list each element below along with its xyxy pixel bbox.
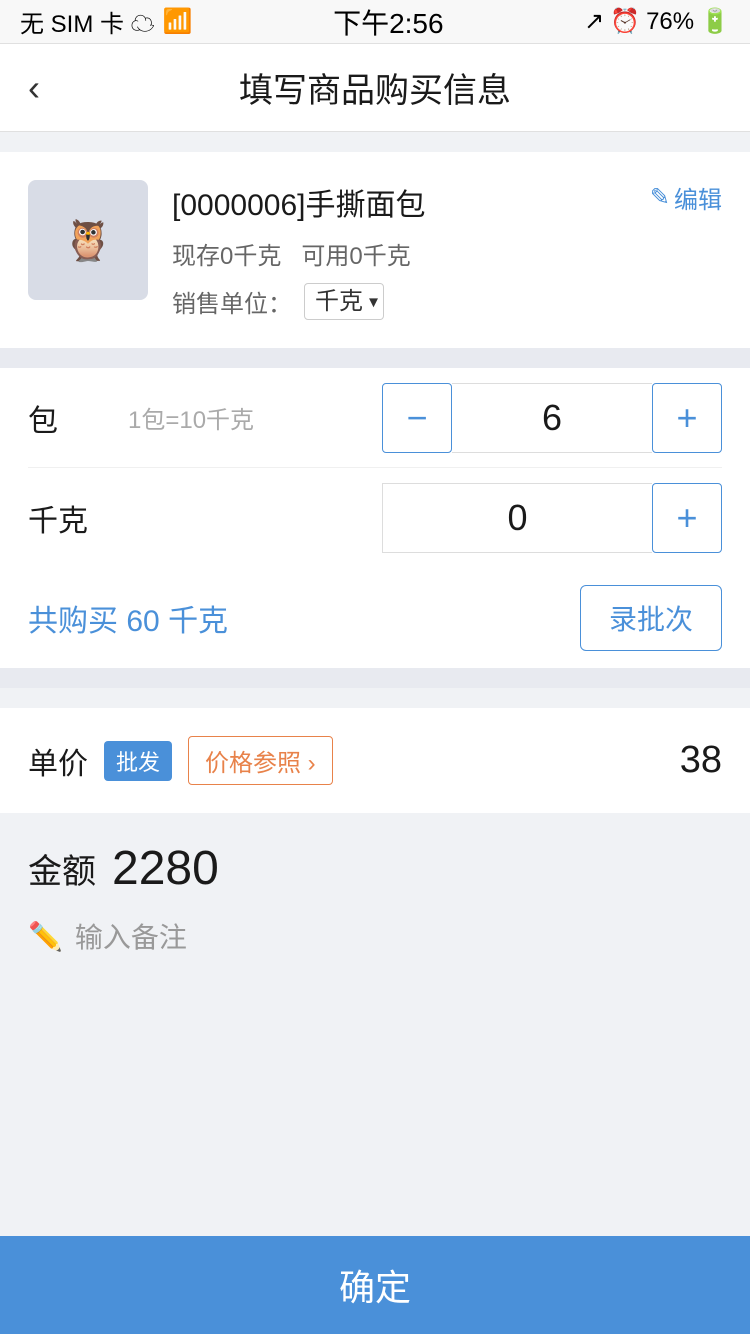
bao-label: 包 (28, 396, 108, 440)
product-card: 🦉 [0000006]手撕面包 现存0千克 可用0千克 销售单位： 千克 ✎ 编… (0, 152, 750, 348)
product-info: [0000006]手撕面包 现存0千克 可用0千克 销售单位： 千克 (172, 180, 722, 320)
bao-minus-button[interactable]: − (382, 383, 452, 453)
back-button[interactable]: ‹ (28, 67, 40, 109)
product-name: [0000006]手撕面包 (172, 180, 722, 224)
nav-bar: ‹ 填写商品购买信息 (0, 44, 750, 132)
pencil-icon: ✏️ (28, 920, 63, 953)
bao-row: 包 1包=10千克 − + (28, 368, 722, 468)
alarm-icon: ⏰ (610, 7, 640, 36)
amount-row: 金额 2280 (28, 841, 722, 896)
price-tag: 批发 (104, 741, 172, 781)
product-stock: 现存0千克 可用0千克 (172, 236, 722, 271)
bottom-spacer (0, 984, 750, 1082)
product-thumbnail: 🦉 (28, 180, 148, 300)
unit-label: 销售单位： (172, 284, 292, 319)
remark-row[interactable]: ✏️ 输入备注 (28, 916, 722, 956)
status-left: 无 SIM 卡 ☁ 📶 (20, 4, 193, 39)
price-ref-button[interactable]: 价格参照 › (188, 736, 333, 785)
kg-row: 千克 + (28, 468, 722, 568)
batch-button[interactable]: 录批次 (580, 585, 722, 651)
location-icon: ↗ (584, 7, 604, 36)
product-unit-row: 销售单位： 千克 (172, 283, 722, 320)
unit-select[interactable]: 千克 (304, 283, 384, 320)
amount-section: 金额 2280 ✏️ 输入备注 (0, 813, 750, 984)
sim-label: 无 SIM 卡 ☁ (20, 4, 155, 39)
status-bar: 无 SIM 卡 ☁ 📶 下午2:56 ↗ ⏰ 76% 🔋 (0, 0, 750, 44)
kg-quantity-input[interactable] (382, 483, 652, 553)
divider-2 (0, 668, 750, 688)
confirm-bar[interactable]: 确定 (0, 1236, 750, 1334)
bao-controls: − + (382, 383, 722, 453)
edit-button[interactable]: ✎ 编辑 (650, 180, 722, 215)
price-section: 单价 批发 价格参照 › 38 (0, 708, 750, 813)
battery-label: 76% (646, 8, 694, 36)
status-right: ↗ ⏰ 76% 🔋 (584, 7, 730, 36)
edit-icon: ✎ (650, 183, 670, 212)
input-section: 包 1包=10千克 − + 千克 + (0, 368, 750, 568)
total-row: 共购买 60 千克 录批次 (0, 568, 750, 668)
unit-select-wrap[interactable]: 千克 (304, 283, 384, 320)
divider-1 (0, 348, 750, 368)
price-row: 单价 批发 价格参照 › 38 (28, 736, 722, 785)
kg-label: 千克 (28, 496, 108, 540)
kg-plus-button[interactable]: + (652, 483, 722, 553)
page-title: 填写商品购买信息 (239, 63, 511, 112)
battery-icon: 🔋 (700, 7, 730, 36)
amount-value: 2280 (112, 841, 219, 896)
remark-label: 输入备注 (75, 916, 187, 956)
confirm-button[interactable]: 确定 (339, 1259, 411, 1311)
status-time: 下午2:56 (333, 2, 444, 42)
bao-plus-button[interactable]: + (652, 383, 722, 453)
wifi-icon: 📶 (163, 7, 193, 36)
bao-hint: 1包=10千克 (128, 400, 362, 435)
kg-controls: + (382, 483, 722, 553)
bao-quantity-input[interactable] (452, 383, 652, 453)
price-value: 38 (680, 739, 722, 782)
price-label: 单价 (28, 739, 88, 783)
product-logo-icon: 🦉 (63, 217, 113, 264)
total-text: 共购买 60 千克 (28, 596, 228, 640)
amount-label: 金额 (28, 844, 96, 893)
